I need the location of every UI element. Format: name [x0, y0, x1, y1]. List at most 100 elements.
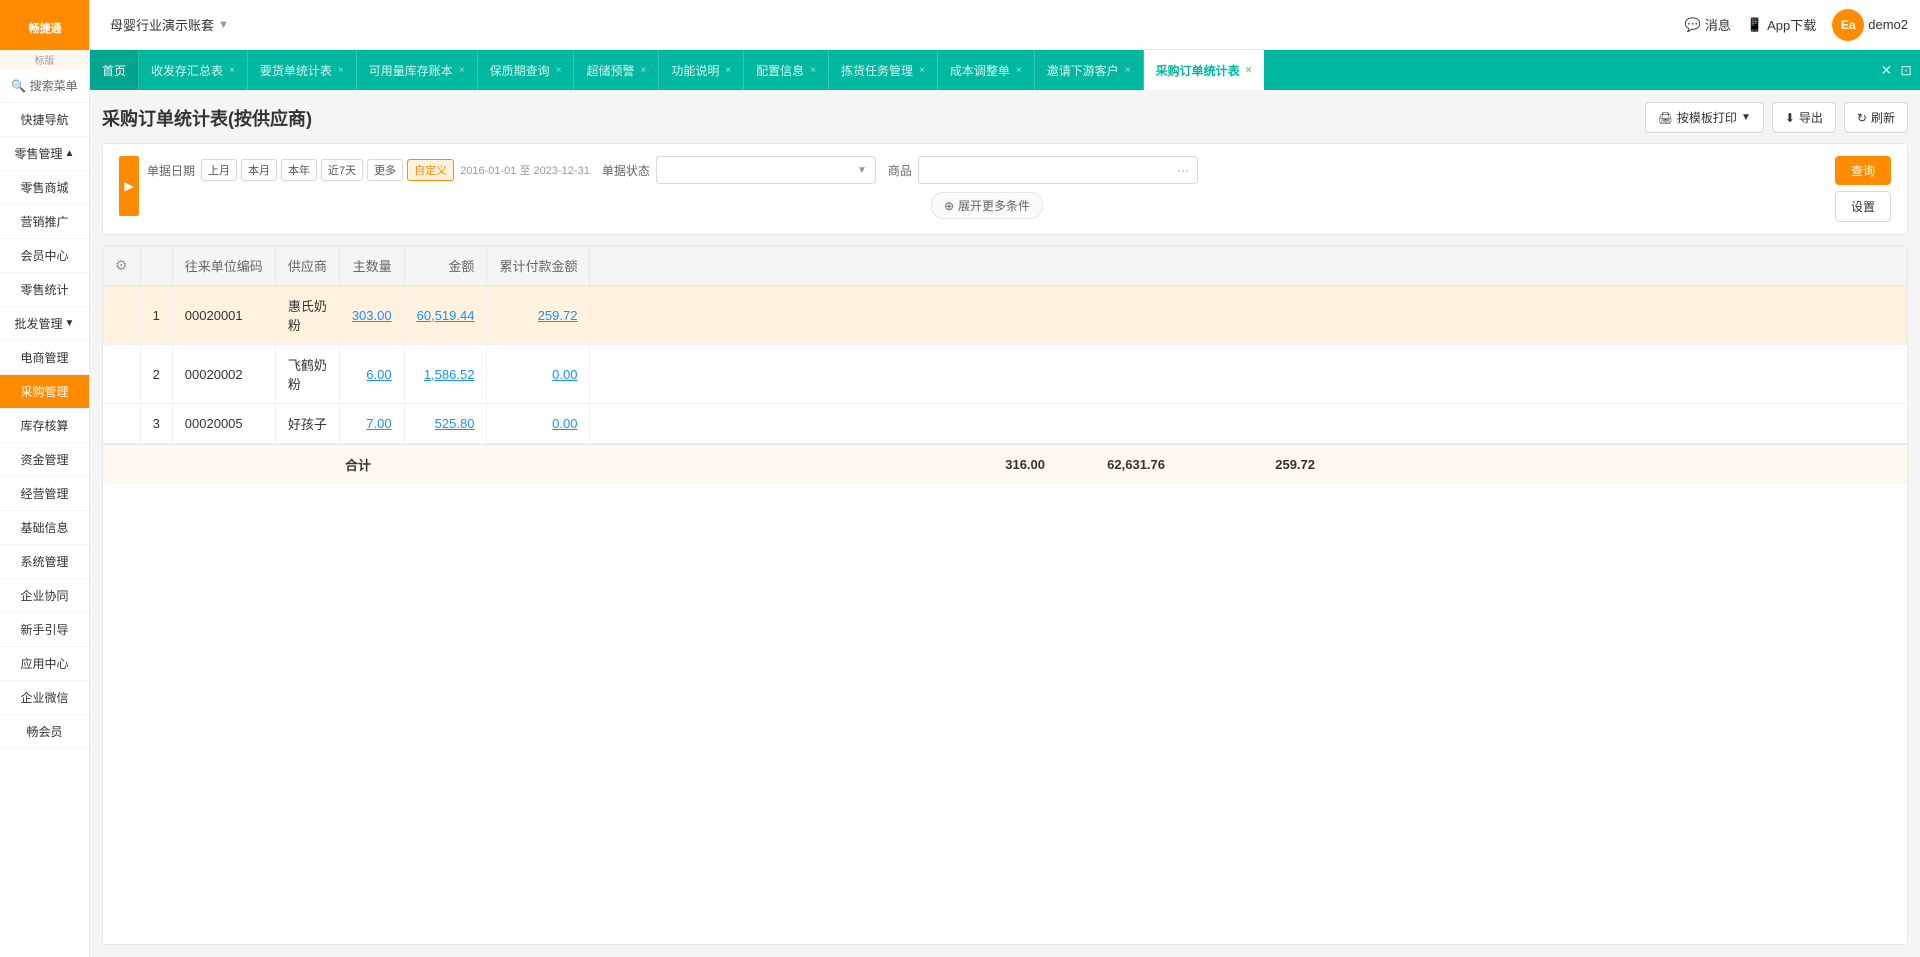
table-row[interactable]: 3 00020005 好孩子 7.00 525.80 0.00 — [103, 404, 1907, 444]
refresh-label: 刷新 — [1871, 109, 1895, 126]
sidebar-item-member[interactable]: 会员中心 — [0, 239, 89, 273]
refresh-button[interactable]: ↻ 刷新 — [1844, 102, 1908, 133]
tab-close-invite-downstream[interactable]: × — [1125, 65, 1131, 76]
app-download-action[interactable]: 📱 App下载 — [1747, 15, 1816, 34]
app-logo: 畅捷通 — [0, 0, 89, 50]
refresh-icon: ↻ — [1857, 111, 1867, 125]
tab-close-inventory-ledger[interactable]: × — [459, 65, 465, 76]
sidebar-item-wholesale[interactable]: 批发管理 ▼ — [0, 307, 89, 341]
td-qty-1[interactable]: 303.00 — [339, 286, 404, 345]
td-qty-3[interactable]: 7.00 — [339, 404, 404, 444]
sidebar-item-retail-stat[interactable]: 零售统计 — [0, 273, 89, 307]
tab-overstock-alert[interactable]: 超储预警 × — [574, 50, 659, 90]
td-qty-2[interactable]: 6.00 — [339, 345, 404, 404]
tab-expiry-query[interactable]: 保质期查询 × — [478, 50, 575, 90]
th-paid: 累计付款金额 — [487, 246, 590, 286]
sidebar-item-marketing[interactable]: 营销推广 — [0, 205, 89, 239]
filter-collapse-button[interactable]: ▶ — [119, 156, 139, 216]
sidebar-item-wechat[interactable]: 企业微信 — [0, 681, 89, 715]
sidebar-item-vip[interactable]: 畅会员 — [0, 715, 89, 749]
tab-invite-downstream[interactable]: 邀请下游客户 × — [1035, 50, 1144, 90]
column-settings-icon[interactable]: ⚙ — [115, 257, 128, 273]
table-row[interactable]: 2 00020002 飞鹤奶粉 6.00 1,586.52 0.00 — [103, 345, 1907, 404]
message-label: 消息 — [1705, 15, 1731, 34]
export-button[interactable]: ⬇ 导出 — [1772, 102, 1836, 133]
sidebar-item-operations[interactable]: 经营管理 — [0, 477, 89, 511]
expand-conditions-button[interactable]: ⊕ 展开更多条件 — [931, 192, 1043, 219]
td-amount-3[interactable]: 525.80 — [404, 404, 487, 444]
topbar: 母婴行业演示账套 ▼ 💬 消息 📱 App下载 Ea demo2 — [90, 0, 1920, 50]
sidebar-item-retail[interactable]: 零售管理 ▲ — [0, 137, 89, 171]
template-print-button[interactable]: 🖨 按模板打印 ▼ — [1645, 102, 1764, 133]
sidebar-search[interactable]: 🔍 搜索菜单 — [0, 69, 89, 103]
tab-collect-pay[interactable]: 收发存汇总表 × — [139, 50, 248, 90]
date-btn-more[interactable]: 更多 — [367, 159, 403, 181]
tab-close-all-button[interactable]: ✕ — [1881, 62, 1893, 79]
td-supplier-2: 飞鹤奶粉 — [275, 345, 339, 404]
sidebar-item-retail-shop[interactable]: 零售商城 — [0, 171, 89, 205]
tab-close-pick-task[interactable]: × — [919, 65, 925, 76]
tab-close-purchase-order-stat[interactable]: × — [1246, 65, 1252, 76]
td-amount-2[interactable]: 1,586.52 — [404, 345, 487, 404]
date-btn-7days[interactable]: 近7天 — [321, 159, 363, 181]
tab-close-expiry-query[interactable]: × — [556, 65, 562, 76]
sidebar-item-basic[interactable]: 基础信息 — [0, 511, 89, 545]
td-supplier-3: 好孩子 — [275, 404, 339, 444]
sidebar-item-newbie[interactable]: 新手引导 — [0, 613, 89, 647]
tab-close-config-info[interactable]: × — [810, 65, 816, 76]
table-row[interactable]: 1 00020001 惠氏奶粉 303.00 60,519.44 259.72 — [103, 286, 1907, 345]
tab-maximize-button[interactable]: ⊡ — [1900, 62, 1912, 79]
user-profile[interactable]: Ea demo2 — [1832, 9, 1908, 41]
tab-close-purchase-stat[interactable]: × — [338, 65, 344, 76]
td-paid-1[interactable]: 259.72 — [487, 286, 590, 345]
td-extra-2 — [590, 345, 1907, 404]
search-button[interactable]: 查询 — [1835, 156, 1891, 185]
tab-pick-task-label: 拣货任务管理 — [841, 62, 913, 79]
th-settings[interactable]: ⚙ — [103, 246, 140, 286]
date-btn-custom[interactable]: 自定义 — [407, 159, 454, 181]
tab-purchase-order-stat[interactable]: 采购订单统计表 × — [1144, 50, 1265, 90]
app-subtitle: 标版 — [0, 50, 89, 69]
page-header: 采购订单统计表(按供应商) 🖨 按模板打印 ▼ ⬇ 导出 ↻ 刷新 — [102, 102, 1908, 133]
tab-inventory-ledger[interactable]: 可用量库存账本 × — [357, 50, 478, 90]
sidebar-item-finance[interactable]: 资金管理 — [0, 443, 89, 477]
org-selector[interactable]: 母婴行业演示账套 ▼ — [102, 11, 237, 38]
tab-close-cost-adjust[interactable]: × — [1016, 65, 1022, 76]
sidebar-quick-nav[interactable]: 快捷导航 — [0, 103, 89, 137]
export-label: 导出 — [1799, 109, 1823, 126]
tab-close-overstock-alert[interactable]: × — [640, 65, 646, 76]
expand-label: 展开更多条件 — [958, 197, 1030, 214]
tab-collect-pay-label: 收发存汇总表 — [151, 62, 223, 79]
sidebar-item-ecommerce[interactable]: 电商管理 — [0, 341, 89, 375]
tab-close-collect-pay[interactable]: × — [229, 65, 235, 76]
table-footer: 合计 316.00 62,631.76 259.72 — [103, 444, 1907, 484]
status-select[interactable]: ▼ — [656, 156, 876, 184]
sidebar-item-apps[interactable]: 应用中心 — [0, 647, 89, 681]
date-btn-last-month[interactable]: 上月 — [201, 159, 237, 181]
sidebar-item-system[interactable]: 系统管理 — [0, 545, 89, 579]
td-paid-2[interactable]: 0.00 — [487, 345, 590, 404]
tab-purchase-stat[interactable]: 要货单统计表 × — [248, 50, 357, 90]
sidebar-item-inventory[interactable]: 库存核算 — [0, 409, 89, 443]
sidebar-item-purchase[interactable]: 采购管理 — [0, 375, 89, 409]
td-amount-1[interactable]: 60,519.44 — [404, 286, 487, 345]
tab-cost-adjust[interactable]: 成本调整单 × — [938, 50, 1035, 90]
date-btn-this-year[interactable]: 本年 — [281, 159, 317, 181]
filter-fields: 单据日期 上月 本月 本年 近7天 更多 自定义 2016-01-01 — [147, 156, 1827, 219]
filter-panel: ▶ 单据日期 上月 本月 本年 近7天 更多 自定义 — [102, 143, 1908, 235]
settings-button[interactable]: 设置 — [1835, 191, 1891, 222]
tab-close-func-desc[interactable]: × — [725, 65, 731, 76]
goods-input[interactable]: ··· — [918, 156, 1198, 184]
avatar: Ea — [1832, 9, 1864, 41]
tab-config-info[interactable]: 配置信息 × — [744, 50, 829, 90]
tab-func-desc[interactable]: 功能说明 × — [659, 50, 744, 90]
tab-bar-end: ✕ ⊡ — [1873, 50, 1920, 90]
tab-pick-task[interactable]: 拣货任务管理 × — [829, 50, 938, 90]
td-paid-3[interactable]: 0.00 — [487, 404, 590, 444]
date-btn-this-month[interactable]: 本月 — [241, 159, 277, 181]
tab-home[interactable]: 首页 — [90, 50, 139, 90]
message-action[interactable]: 💬 消息 — [1685, 15, 1731, 34]
th-code: 往来单位编码 — [172, 246, 275, 286]
search-icon: 🔍 — [11, 79, 26, 93]
sidebar-item-enterprise[interactable]: 企业协同 — [0, 579, 89, 613]
